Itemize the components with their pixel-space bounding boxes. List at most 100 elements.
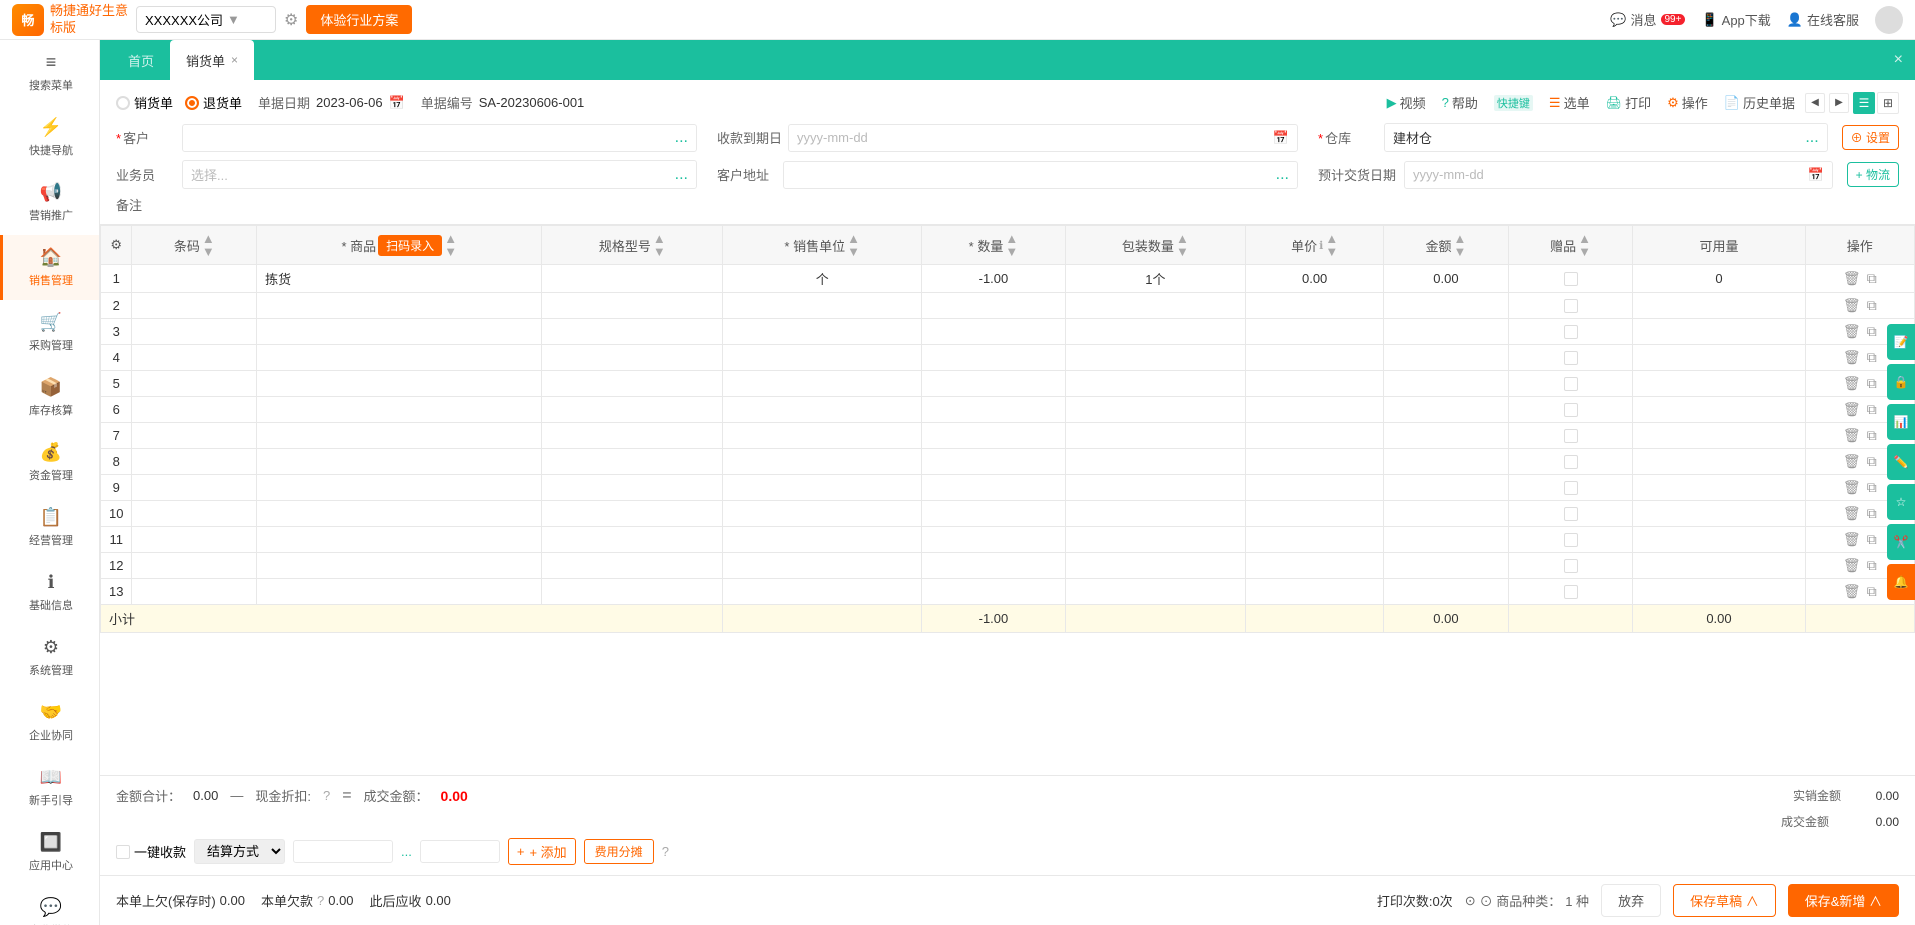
delete-icon[interactable]: 🗑 — [1843, 479, 1861, 496]
delete-icon[interactable]: 🗑 — [1843, 375, 1861, 392]
due-date-input[interactable]: yyyy-mm-dd 📅 — [788, 124, 1298, 152]
row-spec[interactable] — [542, 293, 723, 319]
sidebar-item-apps[interactable]: 🔲 应用中心 — [0, 820, 99, 885]
settings-gear-icon[interactable]: ⚙ — [284, 10, 298, 30]
row-qty[interactable] — [922, 345, 1065, 371]
row-pack-qty[interactable] — [1065, 293, 1246, 319]
row-unit[interactable] — [723, 579, 922, 605]
copy-icon[interactable]: ⧉ — [1867, 479, 1877, 496]
row-amount[interactable] — [1384, 579, 1509, 605]
tab-sales-order[interactable]: 销货单 × — [170, 40, 254, 80]
row-barcode[interactable] — [132, 475, 257, 501]
row-product[interactable] — [257, 553, 542, 579]
row-gift[interactable] — [1508, 293, 1633, 319]
row-barcode[interactable] — [132, 265, 257, 293]
row-pack-qty[interactable]: 1个 — [1065, 265, 1246, 293]
company-select[interactable]: XXXXXX公司 ▼ — [136, 6, 276, 33]
shortcut-btn[interactable]: 快捷键 — [1488, 92, 1539, 114]
row-amount[interactable] — [1384, 397, 1509, 423]
row-spec[interactable] — [542, 423, 723, 449]
copy-icon[interactable]: ⧉ — [1867, 323, 1877, 340]
row-barcode[interactable] — [132, 527, 257, 553]
add-payment-btn[interactable]: + + 添加 — [508, 838, 576, 865]
copy-icon[interactable]: ⧉ — [1867, 583, 1877, 600]
setting-button[interactable]: ⊕ 设置 — [1842, 125, 1899, 150]
row-pack-qty[interactable] — [1065, 371, 1246, 397]
row-unit[interactable] — [723, 449, 922, 475]
avatar[interactable] — [1875, 6, 1903, 34]
nav-next-btn[interactable]: ▶ — [1829, 93, 1849, 113]
row-amount[interactable] — [1384, 371, 1509, 397]
row-qty[interactable] — [922, 319, 1065, 345]
delivery-date-input[interactable]: yyyy-mm-dd 📅 — [1404, 161, 1833, 189]
row-amount[interactable]: 0.00 — [1384, 265, 1509, 293]
row-pack-qty[interactable] — [1065, 397, 1246, 423]
row-qty[interactable] — [922, 397, 1065, 423]
copy-icon[interactable]: ⧉ — [1867, 375, 1877, 392]
sidebar-item-system[interactable]: ⚙ 系统管理 — [0, 625, 99, 690]
row-gift[interactable] — [1508, 397, 1633, 423]
row-qty[interactable] — [922, 423, 1065, 449]
customer-input[interactable]: ... — [182, 124, 697, 152]
row-barcode[interactable] — [132, 501, 257, 527]
row-gift[interactable] — [1508, 553, 1633, 579]
addr-dots-icon[interactable]: ... — [1276, 166, 1289, 184]
row-price[interactable] — [1246, 345, 1384, 371]
row-pack-qty[interactable] — [1065, 579, 1246, 605]
row-amount[interactable] — [1384, 293, 1509, 319]
row-amount[interactable] — [1384, 423, 1509, 449]
float-btn-3[interactable]: 📊 — [1887, 404, 1915, 440]
float-btn-6[interactable]: ✂️ — [1887, 524, 1915, 560]
delete-icon[interactable]: 🗑 — [1843, 323, 1861, 340]
scan-btn[interactable]: 扫码录入 — [378, 235, 442, 256]
copy-icon[interactable]: ⧉ — [1867, 557, 1877, 574]
row-amount[interactable] — [1384, 501, 1509, 527]
copy-icon[interactable]: ⧉ — [1867, 427, 1877, 444]
row-gift[interactable] — [1508, 527, 1633, 553]
view-list-btn[interactable]: ☰ — [1853, 92, 1875, 114]
row-amount[interactable] — [1384, 319, 1509, 345]
row-amount[interactable] — [1384, 475, 1509, 501]
row-spec[interactable] — [542, 501, 723, 527]
row-product[interactable] — [257, 319, 542, 345]
row-qty[interactable]: -1.00 — [922, 265, 1065, 293]
row-gift[interactable] — [1508, 579, 1633, 605]
row-unit[interactable] — [723, 527, 922, 553]
row-qty[interactable] — [922, 293, 1065, 319]
row-spec[interactable] — [542, 265, 723, 293]
expense-split-btn[interactable]: 费用分摊 — [584, 839, 654, 864]
sidebar-item-search[interactable]: ≡ 搜索菜单 — [0, 40, 99, 105]
sidebar-item-sales[interactable]: 🏠 销售管理 — [0, 235, 99, 300]
row-amount[interactable] — [1384, 553, 1509, 579]
one-click-pay-checkbox[interactable]: 一键收款 — [116, 842, 186, 861]
trial-btn[interactable]: 体验行业方案 — [306, 5, 412, 34]
customer-addr-input[interactable]: ... — [783, 161, 1298, 189]
sidebar-item-quick-nav[interactable]: ⚡ 快捷导航 — [0, 105, 99, 170]
due-date-calendar-icon[interactable]: 📅 — [1273, 130, 1289, 146]
warehouse-dots-icon[interactable]: ... — [1805, 129, 1818, 147]
copy-icon[interactable]: ⧉ — [1867, 531, 1877, 548]
float-btn-1[interactable]: 📝 — [1887, 324, 1915, 360]
nav-prev-btn[interactable]: ◀ — [1805, 93, 1825, 113]
tab-close-icon[interactable]: × — [231, 53, 238, 67]
account-input[interactable] — [293, 840, 393, 863]
row-unit[interactable] — [723, 293, 922, 319]
operate-btn[interactable]: ⚙ 操作 — [1661, 90, 1714, 115]
row-gift[interactable] — [1508, 423, 1633, 449]
delete-icon[interactable]: 🗑 — [1843, 557, 1861, 574]
row-spec[interactable] — [542, 449, 723, 475]
sidebar-item-collab[interactable]: 🤝 企业协同 — [0, 690, 99, 755]
row-barcode[interactable] — [132, 319, 257, 345]
date-calendar-icon[interactable]: 📅 — [389, 95, 405, 111]
sidebar-item-operations[interactable]: 📋 经营管理 — [0, 495, 99, 560]
col-settings-header[interactable]: ⚙ — [101, 226, 132, 265]
row-unit[interactable]: 个 — [723, 265, 922, 293]
row-unit[interactable] — [723, 345, 922, 371]
row-spec[interactable] — [542, 553, 723, 579]
copy-icon[interactable]: ⧉ — [1867, 349, 1877, 366]
row-pack-qty[interactable] — [1065, 449, 1246, 475]
row-product[interactable] — [257, 345, 542, 371]
row-unit[interactable] — [723, 319, 922, 345]
row-pack-qty[interactable] — [1065, 319, 1246, 345]
save-draft-btn[interactable]: 保存草稿 ∧ — [1673, 884, 1776, 917]
